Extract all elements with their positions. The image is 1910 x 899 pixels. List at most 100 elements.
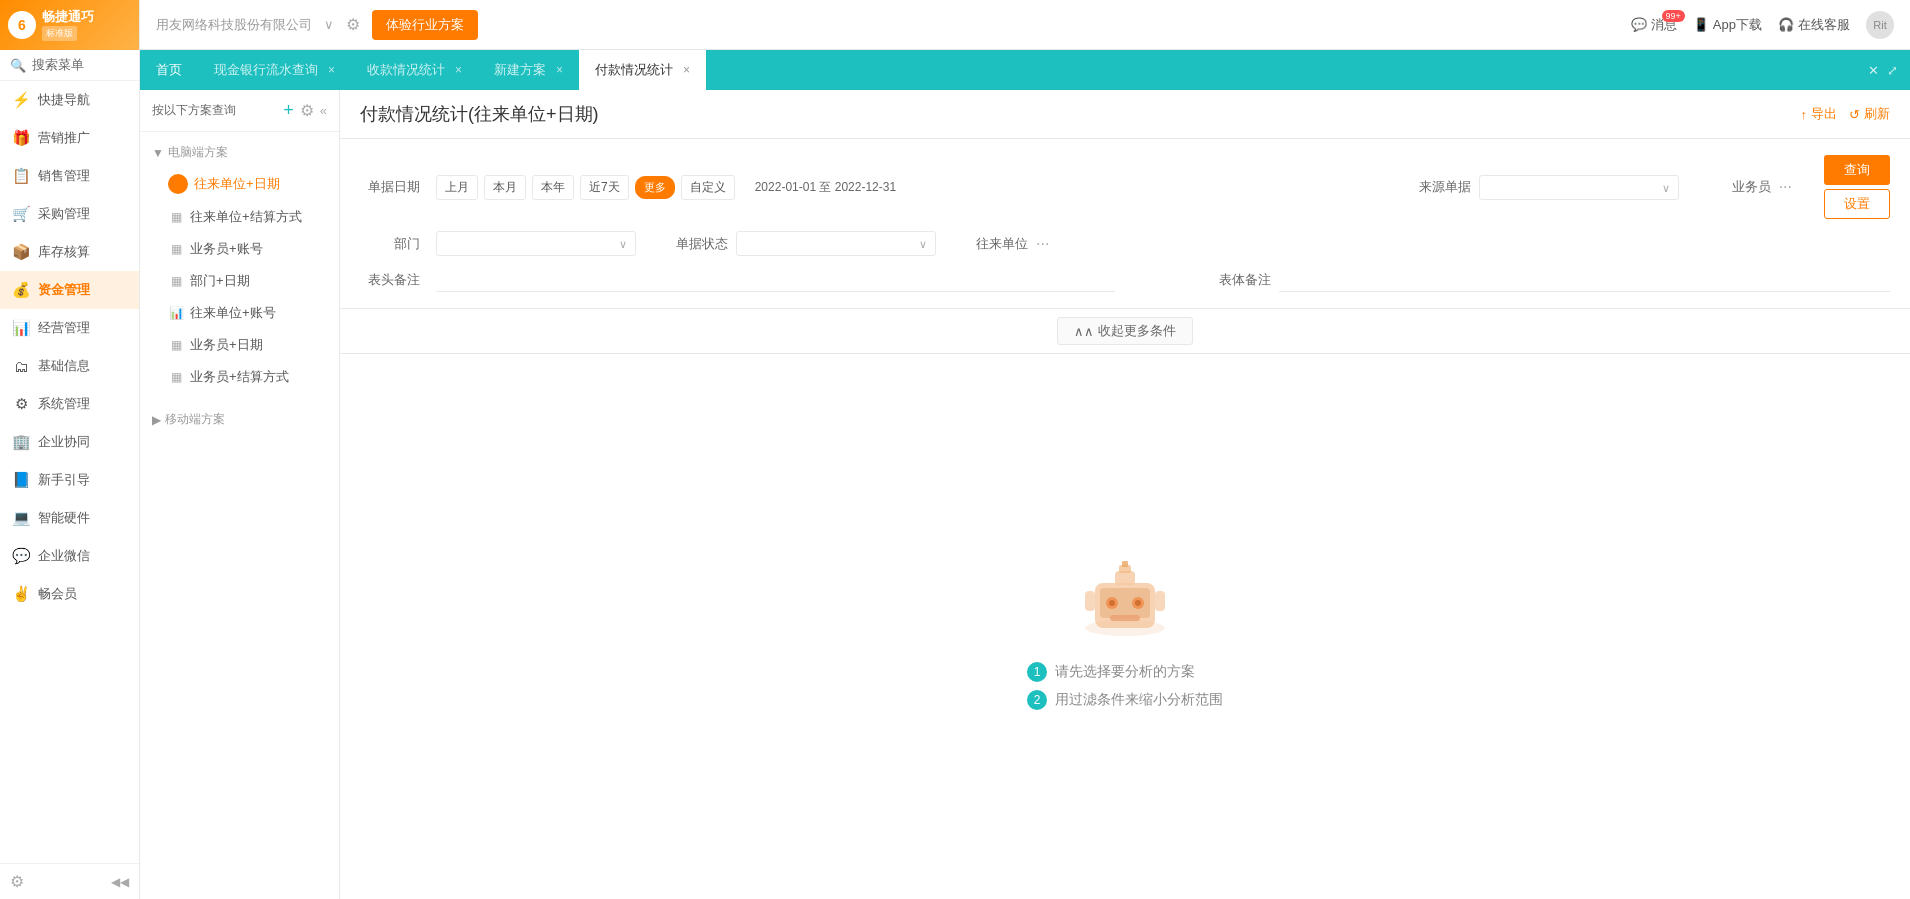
online-service-btn[interactable]: 🎧 在线客服 — [1778, 16, 1850, 34]
panel-settings-icon[interactable]: ⚙ — [300, 101, 314, 120]
panel-item-staff-account[interactable]: ▦ 业务员+账号 — [140, 233, 339, 265]
search-label: 搜索菜单 — [32, 56, 84, 74]
tab-payment-stats[interactable]: 付款情况统计 × — [579, 50, 706, 90]
tab-new-plan-close[interactable]: × — [556, 63, 563, 77]
page-header: 付款情况统计(往来单位+日期) ↑ 导出 ↺ 刷新 — [340, 90, 1910, 139]
app-download-btn[interactable]: 📱 App下载 — [1693, 16, 1762, 34]
docstatus-select[interactable] — [736, 231, 936, 256]
trial-button[interactable]: 体验行业方案 — [372, 10, 478, 40]
this-year-btn[interactable]: 本年 — [532, 175, 574, 200]
messages-badge: 99+ — [1662, 10, 1685, 22]
sidebar-item-guide[interactable]: 📘 新手引导 — [0, 461, 139, 499]
table-body-note-input[interactable] — [1279, 268, 1890, 292]
hardware-icon: 💻 — [12, 509, 30, 527]
svg-rect-12 — [1155, 591, 1165, 611]
filter-row-1: 单据日期 上月 本月 本年 近7天 更多 自定义 2022-01-01 至 20… — [360, 155, 1890, 219]
basic-info-icon: 🗂 — [12, 357, 30, 375]
table-header-note-label: 表头备注 — [360, 271, 420, 289]
dept-select[interactable] — [436, 231, 636, 256]
salesman-filter-group: 业务员 ··· — [1711, 178, 1792, 196]
tab-bank-flow[interactable]: 现金银行流水查询 × — [198, 50, 351, 90]
export-button[interactable]: ↑ 导出 — [1801, 105, 1838, 123]
last-7days-btn[interactable]: 近7天 — [580, 175, 629, 200]
mobile-section-title[interactable]: ▶ 移动端方案 — [140, 405, 339, 434]
refresh-button[interactable]: ↺ 刷新 — [1849, 105, 1890, 123]
messages-btn[interactable]: 💬 消息 99+ — [1631, 16, 1677, 34]
desktop-section-title[interactable]: ▼ 电脑端方案 — [140, 138, 339, 167]
more-btn[interactable]: 更多 — [635, 176, 675, 199]
date-label: 单据日期 — [360, 178, 420, 196]
hardware-label: 智能硬件 — [38, 509, 90, 527]
sidebar-item-capital[interactable]: 💰 资金管理 — [0, 271, 139, 309]
staff-date-icon: ▦ — [168, 337, 184, 353]
collapse-button[interactable]: ∧∧ 收起更多条件 — [1057, 317, 1193, 345]
custom-btn[interactable]: 自定义 — [681, 175, 735, 200]
table-header-note-input[interactable] — [436, 268, 1115, 292]
sidebar-item-sales[interactable]: 📋 销售管理 — [0, 157, 139, 195]
empty-hint-1: 1 请先选择要分析的方案 — [1027, 662, 1223, 682]
footer-settings-icon[interactable]: ⚙ — [10, 872, 24, 891]
source-select[interactable] — [1479, 175, 1679, 200]
logo-icon: 6 — [8, 11, 36, 39]
inventory-label: 库存核算 — [38, 243, 90, 261]
this-month-btn[interactable]: 本月 — [484, 175, 526, 200]
panel-item-staff-date[interactable]: ▦ 业务员+日期 — [140, 329, 339, 361]
sidebar-item-basic-info[interactable]: 🗂 基础信息 — [0, 347, 139, 385]
panel-item-unit-settle[interactable]: ▦ 往来单位+结算方式 — [140, 201, 339, 233]
tab-home[interactable]: 首页 — [140, 50, 198, 90]
last-month-btn[interactable]: 上月 — [436, 175, 478, 200]
panel-item-unit-account[interactable]: 📊 往来单位+账号 — [140, 297, 339, 329]
table-body-note-label: 表体备注 — [1211, 271, 1271, 289]
panel-item-unit-date[interactable]: 往来单位+日期 — [140, 167, 339, 201]
empty-hint-2: 2 用过滤条件来缩小分析范围 — [1027, 690, 1223, 710]
panel-collapse-icon[interactable]: « — [320, 103, 327, 118]
tab-bank-flow-close[interactable]: × — [328, 63, 335, 77]
tab-bank-flow-label: 现金银行流水查询 — [214, 61, 318, 79]
source-select-arrow — [1662, 180, 1670, 195]
footer-collapse-icon[interactable]: ◀◀ — [111, 875, 129, 889]
search-menu[interactable]: 🔍 搜索菜单 — [0, 50, 139, 81]
panel-item-dept-date[interactable]: ▦ 部门+日期 — [140, 265, 339, 297]
sidebar-item-quick-nav[interactable]: ⚡ 快捷导航 — [0, 81, 139, 119]
panel-item-staff-settle[interactable]: ▦ 业务员+结算方式 — [140, 361, 339, 393]
tabs-expand-icon[interactable]: ⤢ — [1887, 63, 1898, 78]
counterpart-more-icon[interactable]: ··· — [1036, 235, 1049, 253]
tab-income-stats-close[interactable]: × — [455, 63, 462, 77]
guide-label: 新手引导 — [38, 471, 90, 489]
panel-item-staff-account-label: 业务员+账号 — [190, 240, 263, 258]
add-plan-icon[interactable]: + — [283, 100, 294, 121]
sidebar-item-member[interactable]: ✌ 畅会员 — [0, 575, 139, 613]
tab-income-stats[interactable]: 收款情况统计 × — [351, 50, 478, 90]
sidebar-item-marketing[interactable]: 🎁 营销推广 — [0, 119, 139, 157]
sidebar-item-operations[interactable]: 📊 经营管理 — [0, 309, 139, 347]
user-avatar[interactable]: Rit — [1866, 11, 1894, 39]
sales-icon: 📋 — [12, 167, 30, 185]
panel-item-unit-date-label: 往来单位+日期 — [194, 175, 280, 193]
online-service-label: 在线客服 — [1798, 16, 1850, 34]
salesman-more-icon[interactable]: ··· — [1779, 178, 1792, 196]
sidebar-item-system[interactable]: ⚙ 系统管理 — [0, 385, 139, 423]
settings-button[interactable]: 设置 — [1824, 189, 1890, 219]
sidebar-item-hardware[interactable]: 💻 智能硬件 — [0, 499, 139, 537]
sidebar-item-inventory[interactable]: 📦 库存核算 — [0, 233, 139, 271]
date-buttons: 上月 本月 本年 近7天 更多 自定义 — [436, 175, 735, 200]
counterpart-label: 往来单位 — [968, 235, 1028, 253]
sidebar-item-purchase[interactable]: 🛒 采购管理 — [0, 195, 139, 233]
tabs-close-all-icon[interactable]: ✕ — [1868, 63, 1879, 78]
svg-point-5 — [1109, 600, 1115, 606]
panel-item-staff-settle-label: 业务员+结算方式 — [190, 368, 289, 386]
hint-num-2: 2 — [1027, 690, 1047, 710]
unit-account-icon: 📊 — [168, 305, 184, 321]
tab-payment-stats-close[interactable]: × — [683, 63, 690, 77]
sidebar-item-corp[interactable]: 🏢 企业协同 — [0, 423, 139, 461]
sidebar-item-wechat[interactable]: 💬 企业微信 — [0, 537, 139, 575]
sidebar-header: 6 畅捷通巧 标准版 — [0, 0, 139, 50]
tab-new-plan[interactable]: 新建方案 × — [478, 50, 579, 90]
header-gear-icon[interactable]: ⚙ — [346, 15, 360, 34]
tab-home-label: 首页 — [156, 61, 182, 79]
refresh-label: 刷新 — [1864, 105, 1890, 123]
query-button[interactable]: 查询 — [1824, 155, 1890, 185]
company-dropdown-icon[interactable]: ∨ — [324, 17, 334, 32]
staff-account-icon: ▦ — [168, 241, 184, 257]
capital-label: 资金管理 — [38, 281, 90, 299]
